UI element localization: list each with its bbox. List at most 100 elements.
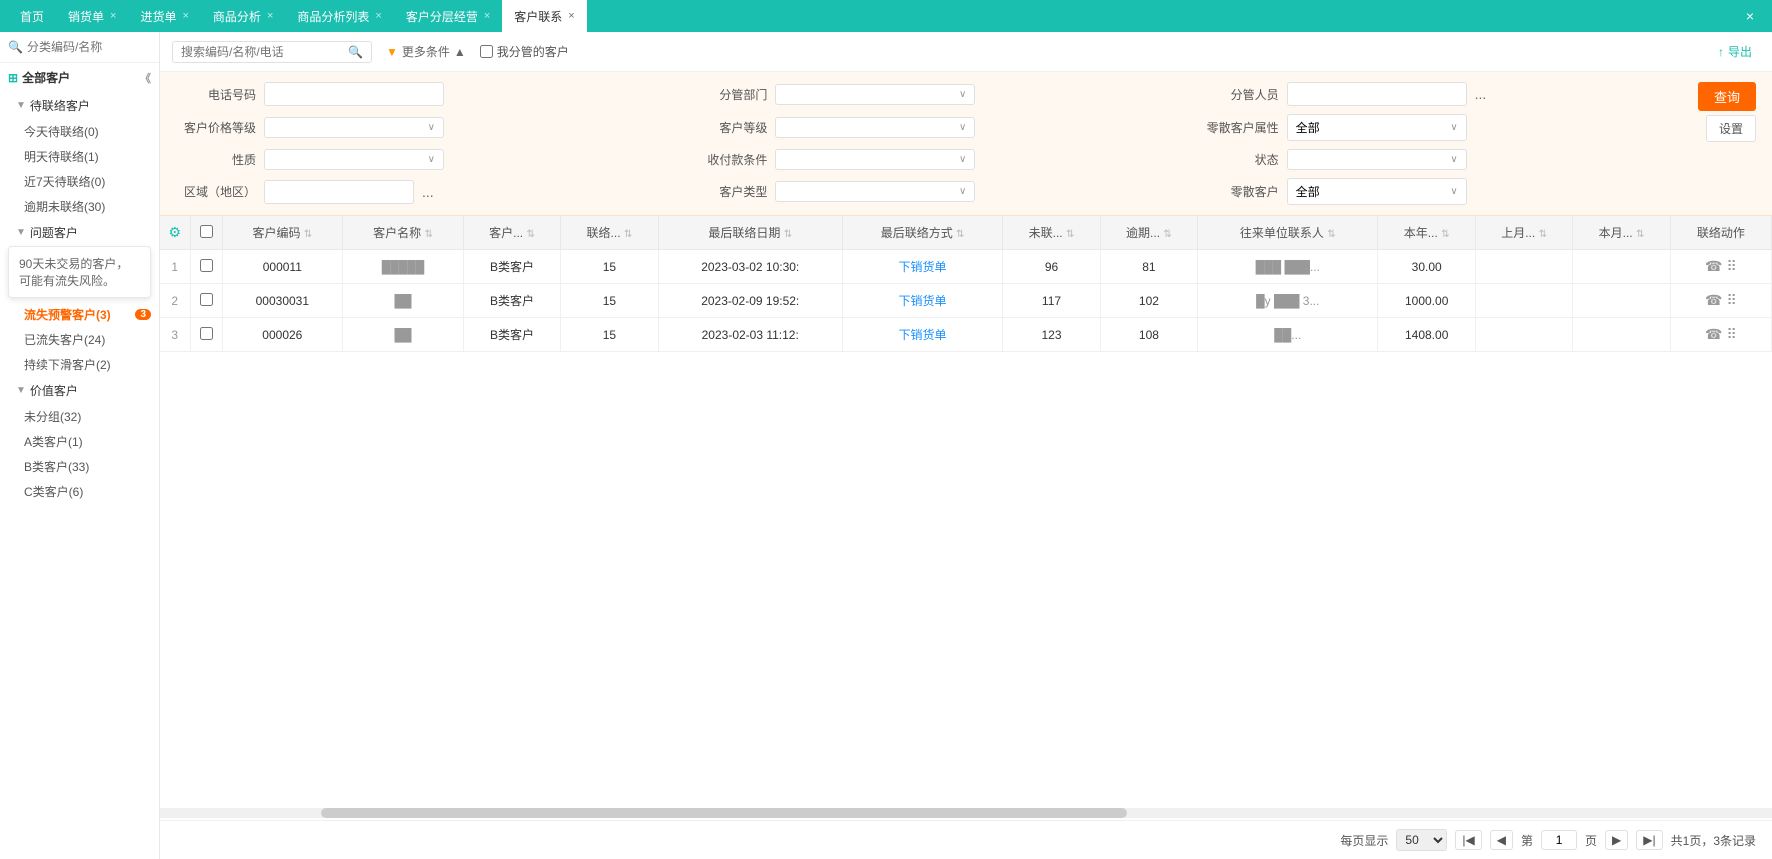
sidebar-item-churned[interactable]: 已流失客户(24) [0,327,159,352]
first-page-button[interactable]: |◀ [1455,830,1481,850]
status-select[interactable]: ∨ [1287,149,1467,170]
my-customers-checkbox-label[interactable]: 我分管的客户 [480,43,569,60]
action-more-icon-1[interactable]: ⠿ [1726,258,1736,275]
row-overdue-3: 108 [1100,318,1197,352]
dept-label: 分管部门 [687,86,767,103]
all-customers-header[interactable]: ⊞ 全部客户 《 [0,63,159,92]
nature-select[interactable]: ∨ [264,149,444,170]
row-way-2[interactable]: 下销货单 [842,284,1002,318]
sidebar-item-tomorrow-contact[interactable]: 明天待联络(1) [0,144,159,169]
phone-input[interactable] [264,82,444,106]
horizontal-scrollbar[interactable] [160,808,1772,818]
manager-input[interactable] [1287,82,1467,106]
scroll-thumb[interactable] [321,808,1127,818]
grid-icon: ⊞ [8,71,18,85]
row-select-2[interactable] [200,293,213,306]
next-page-button[interactable]: ▶ [1605,830,1628,850]
sort-icon-contact[interactable]: ⇅ [624,229,632,240]
action-more-icon-3[interactable]: ⠿ [1726,326,1736,343]
row-way-3[interactable]: 下销货单 [842,318,1002,352]
sort-icon-unlinking[interactable]: ⇅ [1066,229,1074,240]
customer-grade-select[interactable]: ∨ [775,117,975,138]
sort-icon-overdue[interactable]: ⇅ [1163,229,1171,240]
dept-select[interactable]: ∨ [775,84,975,105]
group-problem-customers[interactable]: ▼ 问题客户 [0,219,159,246]
nav-product-analysis[interactable]: 商品分析 × [201,0,285,32]
sidebar-item-class-b[interactable]: B类客户(33) [0,454,159,479]
close-customer-contact-icon[interactable]: × [568,10,574,22]
group-value-customers[interactable]: ▼ 价值客户 [0,377,159,404]
nav-customer-contact[interactable]: 客户联系 × [502,0,586,32]
export-button[interactable]: ↑ 导出 [1710,40,1760,63]
action-contact-icon-1[interactable]: ☎ [1705,258,1722,275]
sidebar-item-class-c[interactable]: C类客户(6) [0,479,159,504]
nav-purchase-order[interactable]: 进货单 × [128,0,200,32]
action-more-icon-2[interactable]: ⠿ [1726,292,1736,309]
row-checkbox-3[interactable] [190,318,222,352]
row-way-1[interactable]: 下销货单 [842,250,1002,284]
nav-home[interactable]: 首页 [8,0,56,32]
close-product-analysis-icon[interactable]: × [267,10,273,22]
sidebar-item-overdue-contact[interactable]: 逾期未联络(30) [0,194,159,219]
sidebar-item-ungrouped[interactable]: 未分组(32) [0,404,159,429]
sort-icon-year[interactable]: ⇅ [1441,229,1449,240]
row-contact-1: 15 [561,250,658,284]
nav-sales-order[interactable]: 销货单 × [56,0,128,32]
col-unlinking: 未联... ⇅ [1003,216,1100,250]
nav-product-analysis-list[interactable]: 商品分析列表 × [285,0,393,32]
close-sales-order-icon[interactable]: × [110,10,116,22]
row-select-1[interactable] [200,259,213,272]
group-pending-contact[interactable]: ▼ 待联络客户 [0,92,159,119]
close-customer-layer-icon[interactable]: × [484,10,490,22]
retail-attr-select[interactable]: 全部 ∨ [1287,114,1467,141]
sidebar-item-class-a[interactable]: A类客户(1) [0,429,159,454]
sidebar-item-today-contact[interactable]: 今天待联络(0) [0,119,159,144]
sidebar-item-7day-contact[interactable]: 近7天待联络(0) [0,169,159,194]
window-close-button[interactable]: × [1736,8,1764,24]
sidebar-item-declining[interactable]: 持续下滑客户(2) [0,352,159,377]
query-button[interactable]: 查询 [1698,82,1756,111]
select-all-checkbox[interactable] [200,225,213,238]
region-more-button[interactable]: ... [414,184,442,200]
action-contact-icon-3[interactable]: ☎ [1705,326,1722,343]
row-last-month-1 [1475,250,1572,284]
retail-customer-select[interactable]: 全部 ∨ [1287,178,1467,205]
close-purchase-order-icon[interactable]: × [182,10,188,22]
sort-icon-way[interactable]: ⇅ [956,229,964,240]
sidebar-search-input[interactable] [27,40,160,54]
sort-icon-code[interactable]: ⇅ [304,229,312,240]
sort-icon-contacts[interactable]: ⇅ [1327,229,1335,240]
sort-icon-date[interactable]: ⇅ [784,229,792,240]
table-settings-col[interactable]: ⚙ [160,216,190,250]
sort-icon-type[interactable]: ⇅ [526,229,534,240]
sort-icon-name[interactable]: ⇅ [424,229,432,240]
prev-page-button[interactable]: ◀ [1490,830,1513,850]
last-page-button[interactable]: ▶| [1636,830,1662,850]
my-customers-checkbox[interactable] [480,45,493,58]
search-button[interactable]: 🔍 [348,45,363,59]
row-select-3[interactable] [200,327,213,340]
per-page-select[interactable]: 50 20 100 [1396,829,1447,851]
row-checkbox-1[interactable] [190,250,222,284]
manager-more-button[interactable]: ... [1467,86,1495,102]
nav-customer-layer[interactable]: 客户分层经营 × [394,0,502,32]
action-contact-icon-2[interactable]: ☎ [1705,292,1722,309]
sidebar-item-churn-warning[interactable]: 流失预警客户(3) 3 [0,302,159,327]
search-input[interactable] [181,45,348,59]
sort-icon-current-month[interactable]: ⇅ [1636,229,1644,240]
close-product-analysis-list-icon[interactable]: × [375,10,381,22]
customer-type-select[interactable]: ∨ [775,181,975,202]
more-conditions-button[interactable]: ▼ 更多条件 ▲ [380,40,472,63]
row-date-3: 2023-02-03 11:12: [658,318,842,352]
retail-attr-field: 零散客户属性 全部 ∨ [1199,114,1678,141]
sort-icon-last-month[interactable]: ⇅ [1539,229,1547,240]
payment-select[interactable]: ∨ [775,149,975,170]
region-input[interactable] [264,180,414,204]
settings-button[interactable]: 设置 [1706,115,1756,142]
table-select-all-header[interactable] [190,216,222,250]
page-number-input[interactable] [1541,830,1577,850]
manager-filter-field: 分管人员 ... [1199,82,1678,106]
price-grade-select[interactable]: ∨ [264,117,444,138]
row-checkbox-2[interactable] [190,284,222,318]
payment-field: 收付款条件 ∨ [687,149,1166,170]
